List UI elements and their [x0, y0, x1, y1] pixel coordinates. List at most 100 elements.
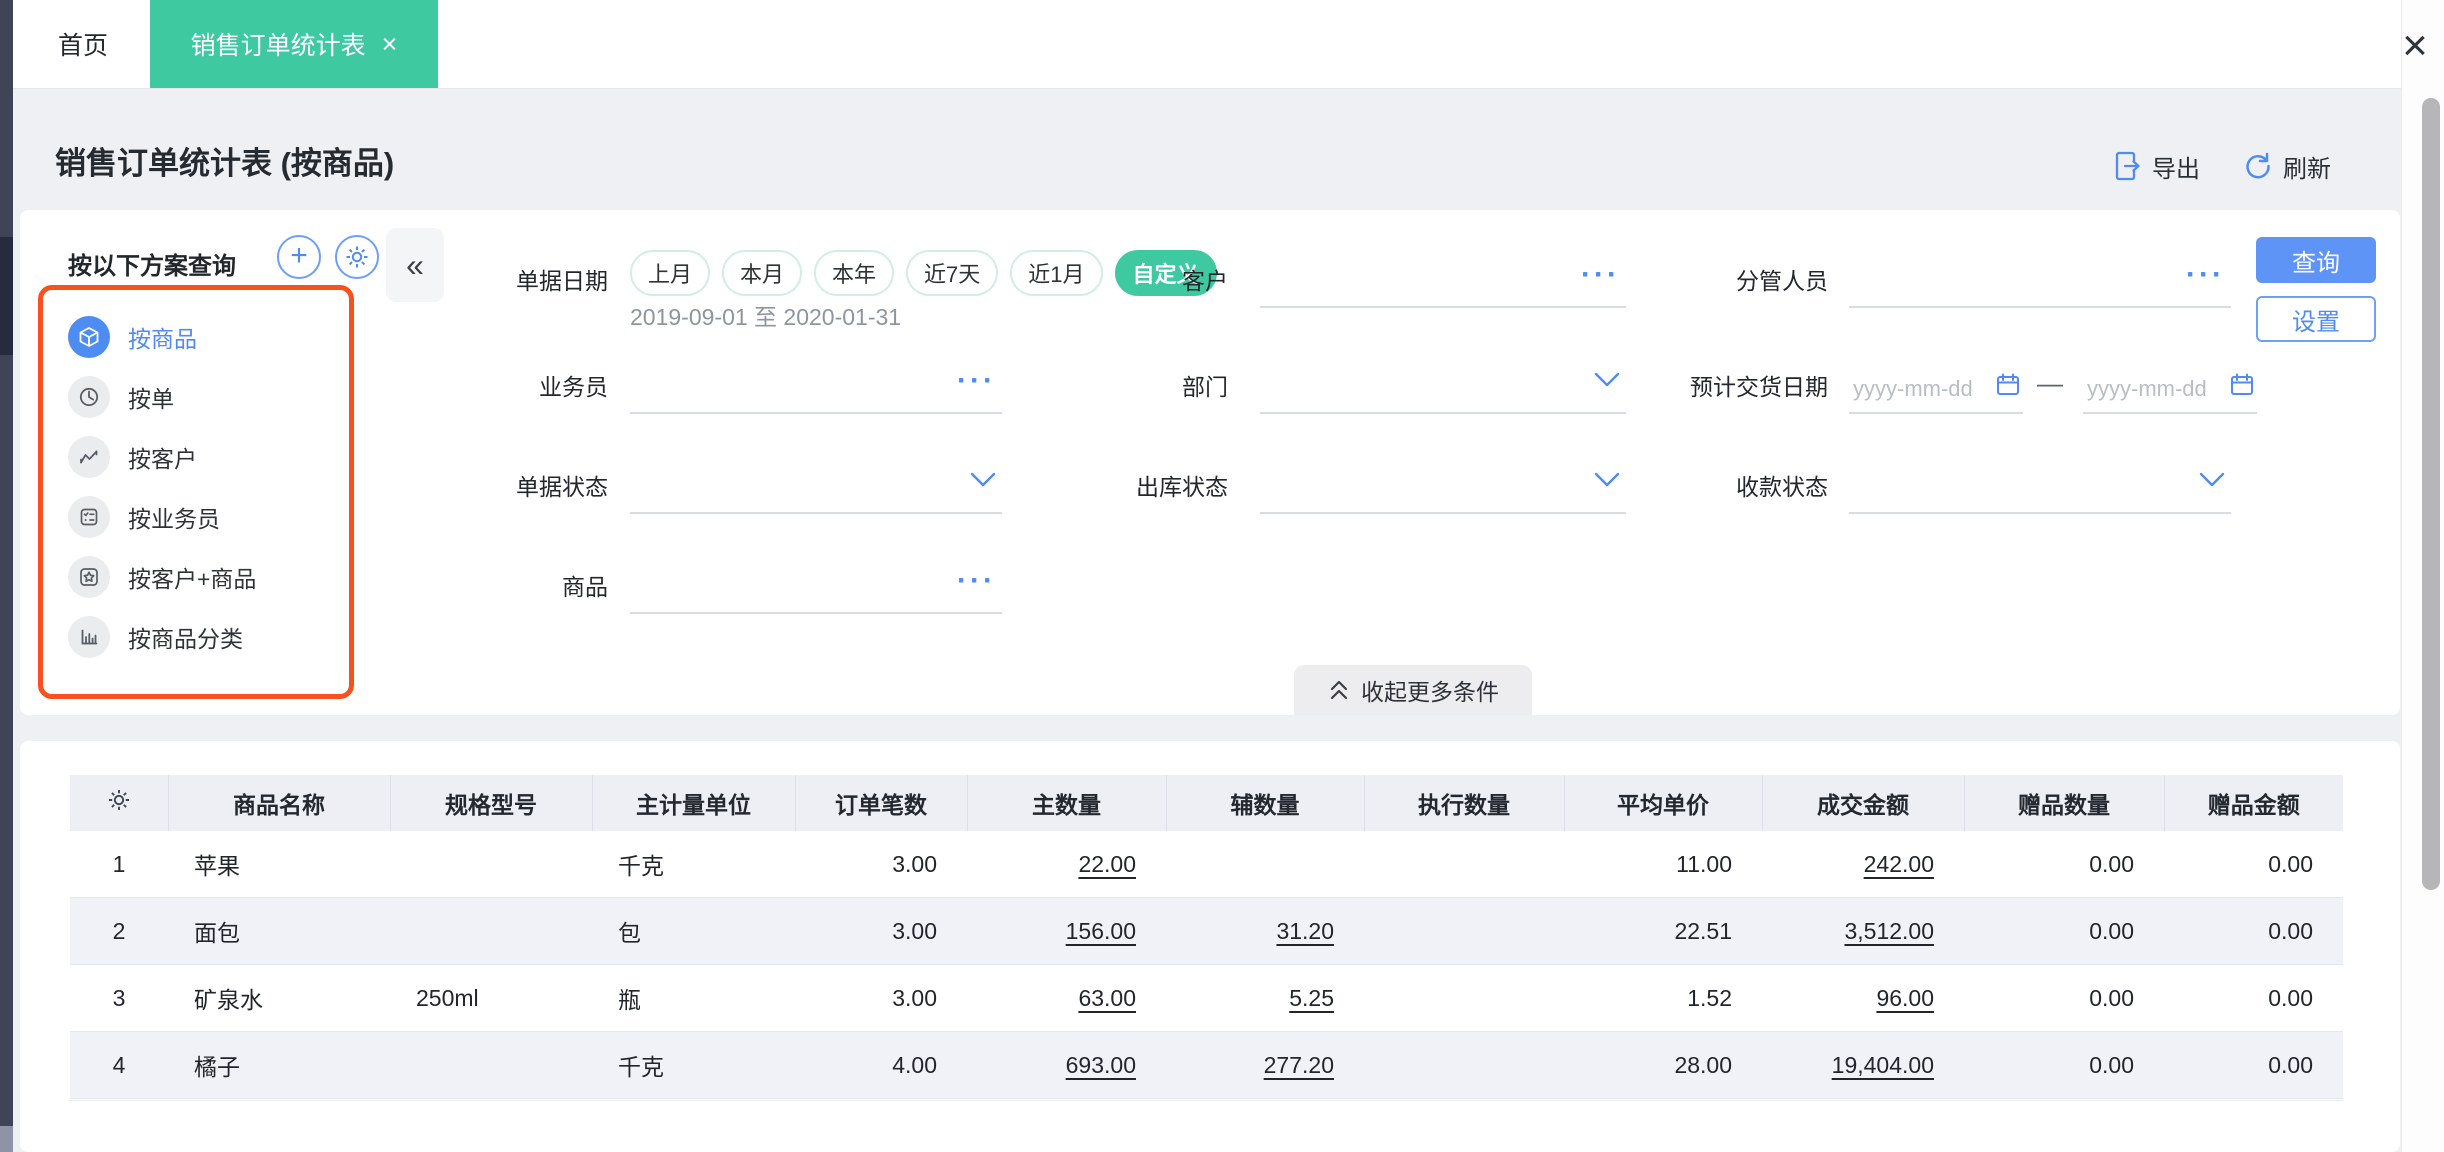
trend-chart-icon: [68, 436, 110, 478]
cell-name: 橘子: [168, 1031, 390, 1099]
department-select[interactable]: [1260, 366, 1626, 414]
cell-amount-link[interactable]: 96.00: [1876, 985, 1934, 1011]
quick-this-month[interactable]: 本月: [722, 250, 803, 296]
manager-label: 分管人员: [1736, 268, 1828, 294]
cell-name: 苹果: [168, 831, 390, 898]
add-plan-button[interactable]: +: [277, 235, 321, 279]
cell-amount-link[interactable]: 19,404.00: [1832, 1052, 1934, 1078]
cell-aux-qty-link[interactable]: 277.20: [1264, 1052, 1334, 1078]
tab-sales-order-report[interactable]: 销售订单统计表 ×: [150, 0, 438, 88]
gear-icon: [344, 244, 370, 270]
query-button[interactable]: 查询: [2256, 237, 2376, 283]
doc-status-label: 单据状态: [516, 474, 608, 500]
cell-exec-qty: [1364, 897, 1564, 965]
ellipsis-icon[interactable]: ···: [957, 364, 996, 398]
cell-exec-qty: [1364, 1031, 1564, 1099]
vertical-scrollbar[interactable]: [2422, 98, 2440, 890]
chevron-down-icon[interactable]: [2199, 472, 2225, 488]
department-label: 部门: [1182, 374, 1228, 400]
export-button[interactable]: 导出: [2112, 148, 2200, 184]
cell-main-qty-link[interactable]: 63.00: [1078, 985, 1136, 1011]
date-placeholder: yyyy-mm-dd: [1853, 376, 1973, 401]
page-title: 销售订单统计表 (按商品): [55, 146, 395, 181]
cell-orders: 3.00: [795, 897, 967, 965]
ellipsis-icon[interactable]: ···: [1581, 258, 1620, 292]
left-nav-rail-bottom-segment: [0, 1126, 13, 1152]
tab-home[interactable]: 首页: [31, 0, 135, 88]
table-row: 3 矿泉水 250ml 瓶 3.00 63.00 5.25 1.52 96.00…: [70, 964, 2343, 1032]
plan-item-label: 按客户+商品: [128, 566, 257, 592]
chevron-double-up-icon: [1327, 678, 1351, 702]
col-aux-qty: 辅数量: [1166, 775, 1365, 831]
cell-avg-price: 1.52: [1564, 964, 1762, 1032]
product-input[interactable]: ···: [630, 564, 1002, 614]
cell-orders: 4.00: [795, 1031, 967, 1099]
cell-orders: 3.00: [795, 831, 967, 898]
chevron-down-icon[interactable]: [970, 472, 996, 488]
plan-item-by-customer-product[interactable]: 按客户+商品: [68, 549, 256, 605]
tab-close-icon[interactable]: ×: [382, 30, 398, 58]
cell-spec: [390, 831, 592, 898]
quick-last-7-days[interactable]: 近7天: [906, 250, 999, 296]
table-row: 4 橘子 千克 4.00 693.00 277.20 28.00 19,404.…: [70, 1031, 2343, 1099]
cell-amount-link[interactable]: 242.00: [1864, 851, 1934, 877]
cell-aux-qty-link[interactable]: 5.25: [1289, 985, 1334, 1011]
plan-item-by-order[interactable]: 按单: [68, 369, 174, 425]
plan-item-by-salesman[interactable]: 按业务员: [68, 489, 220, 545]
payment-status-select[interactable]: [1849, 466, 2231, 514]
results-table: 商品名称 规格型号 主计量单位 订单笔数 主数量 辅数量 执行数量 平均单价 成…: [70, 775, 2343, 1099]
plan-item-by-customer[interactable]: 按客户: [68, 429, 197, 485]
filter-panel: 按以下方案查询 + « 按商品 按单 按客户 按业务员 按客户+商品 按商品分类…: [20, 210, 2400, 715]
cell-gift-qty: 0.00: [1964, 897, 2164, 965]
customer-input[interactable]: ···: [1260, 258, 1626, 308]
delivery-date-start-input[interactable]: yyyy-mm-dd: [1849, 366, 2023, 414]
bar-chart-icon: [68, 616, 110, 658]
outbound-status-label: 出库状态: [1136, 474, 1228, 500]
cube-icon: [68, 316, 110, 358]
plan-item-by-product[interactable]: 按商品: [68, 309, 197, 365]
ellipsis-icon[interactable]: ···: [2186, 258, 2225, 292]
cell-name: 矿泉水: [168, 964, 390, 1032]
quick-last-1-month[interactable]: 近1月: [1010, 250, 1103, 296]
table-row: 1 苹果 千克 3.00 22.00 11.00 242.00 0.00 0.0…: [70, 831, 2343, 898]
calendar-icon[interactable]: [2229, 372, 2255, 398]
quick-last-month[interactable]: 上月: [630, 250, 711, 296]
cell-spec: 250ml: [390, 964, 592, 1032]
outbound-status-select[interactable]: [1260, 466, 1626, 514]
plan-item-label: 按商品分类: [128, 626, 243, 652]
delivery-date-end-input[interactable]: yyyy-mm-dd: [2083, 366, 2257, 414]
ellipsis-icon[interactable]: ···: [957, 564, 996, 598]
calendar-icon[interactable]: [1995, 372, 2021, 398]
cell-gift-amount: 0.00: [2164, 964, 2343, 1032]
column-settings-button[interactable]: [70, 775, 169, 831]
cell-main-qty-link[interactable]: 22.00: [1078, 851, 1136, 877]
plan-item-label: 按单: [128, 386, 174, 412]
cell-unit: 包: [592, 897, 795, 965]
close-icon[interactable]: ×: [2392, 21, 2438, 70]
refresh-button[interactable]: 刷新: [2243, 148, 2331, 184]
cell-gift-amount: 0.00: [2164, 1031, 2343, 1099]
plan-item-label: 按业务员: [128, 506, 220, 532]
settings-button[interactable]: 设置: [2256, 296, 2376, 342]
collapse-plan-panel-button[interactable]: «: [386, 228, 444, 302]
cell-main-qty-link[interactable]: 156.00: [1066, 918, 1136, 944]
chevron-down-icon[interactable]: [1594, 372, 1620, 388]
cell-unit: 千克: [592, 1031, 795, 1099]
chevron-down-icon[interactable]: [1594, 472, 1620, 488]
doc-status-select[interactable]: [630, 466, 1002, 514]
plan-settings-button[interactable]: [335, 235, 379, 279]
doc-date-label: 单据日期: [516, 268, 608, 294]
chevron-double-left-icon: «: [406, 246, 424, 283]
cell-amount-link[interactable]: 3,512.00: [1844, 918, 1934, 944]
manager-input[interactable]: ···: [1849, 258, 2231, 308]
cell-gift-qty: 0.00: [1964, 964, 2164, 1032]
plan-item-by-product-category[interactable]: 按商品分类: [68, 609, 243, 665]
salesman-input[interactable]: ···: [630, 364, 1002, 414]
cell-main-qty-link[interactable]: 693.00: [1066, 1052, 1136, 1078]
payment-status-label: 收款状态: [1736, 474, 1828, 500]
col-spec: 规格型号: [390, 775, 593, 831]
collapse-more-conditions-button[interactable]: 收起更多条件: [1294, 665, 1532, 715]
date-range-separator: —: [2037, 368, 2063, 398]
quick-this-year[interactable]: 本年: [814, 250, 895, 296]
cell-aux-qty-link[interactable]: 31.20: [1276, 918, 1334, 944]
